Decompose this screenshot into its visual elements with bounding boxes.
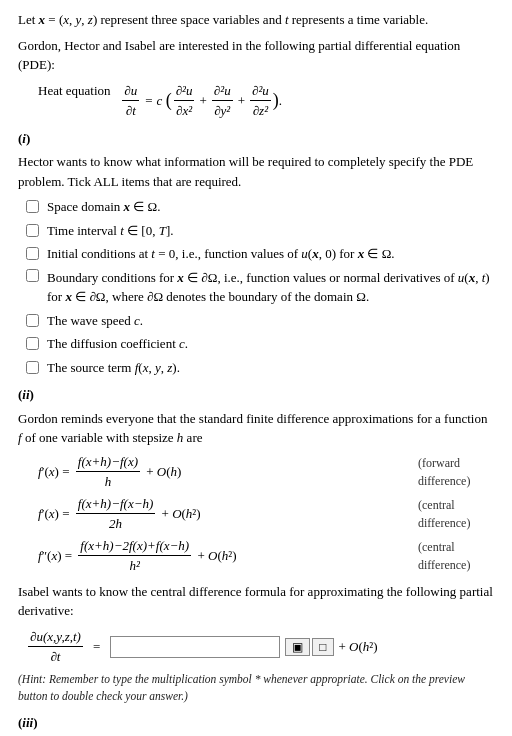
checkbox-1[interactable] bbox=[26, 200, 39, 213]
checkbox-6-label: The diffusion coefficient c. bbox=[47, 334, 188, 354]
pde-rhs-suffix: + O(h²) bbox=[339, 637, 378, 657]
checkbox-item-5: The wave speed c. bbox=[26, 311, 494, 331]
central-diff-label-2: (central difference) bbox=[418, 538, 494, 574]
checkbox-item-4: Boundary conditions for x ∈ ∂Ω, i.e., fu… bbox=[26, 268, 494, 307]
pde-equals: = bbox=[93, 637, 100, 657]
checkbox-3[interactable] bbox=[26, 247, 39, 260]
section-iii: (iii) Using double precision arithmetic … bbox=[18, 713, 494, 736]
intro-block: Let x = (x, y, z) represent three space … bbox=[18, 10, 494, 121]
section-iii-label: (iii) bbox=[18, 713, 494, 733]
checkbox-7-label: The source term f(x, y, z). bbox=[47, 358, 180, 378]
checkbox-5-label: The wave speed c. bbox=[47, 311, 143, 331]
checkbox-3-label: Initial conditions at t = 0, i.e., funct… bbox=[47, 244, 395, 264]
pde-answer-input[interactable] bbox=[110, 636, 280, 658]
section-i-label: (i) bbox=[18, 129, 494, 149]
central-diff2-row: f″(x) = f(x+h)−2f(x)+f(x−h) h² + O(h²) (… bbox=[38, 536, 494, 576]
section-ii-hint: (Hint: Remember to type the multiplicati… bbox=[18, 671, 494, 706]
central-diff-label-1: (central difference) bbox=[418, 496, 494, 532]
checkbox-4-label: Boundary conditions for x ∈ ∂Ω, i.e., fu… bbox=[47, 268, 494, 307]
preview-button-2[interactable]: □ bbox=[312, 638, 333, 656]
checkbox-2[interactable] bbox=[26, 224, 39, 237]
checkbox-4[interactable] bbox=[26, 269, 39, 282]
checkbox-item-7: The source term f(x, y, z). bbox=[26, 358, 494, 378]
checkbox-5[interactable] bbox=[26, 314, 39, 327]
pde-question: Isabel wants to know the central differe… bbox=[18, 582, 494, 621]
pde-answer-row: ∂u(x,y,z,t) ∂t = ▣ □ + O(h²) bbox=[28, 627, 494, 667]
checkbox-item-6: The diffusion coefficient c. bbox=[26, 334, 494, 354]
checkbox-item-1: Space domain x ∈ Ω. bbox=[26, 197, 494, 217]
section-i-desc: Hector wants to know what information wi… bbox=[18, 152, 494, 191]
forward-diff-label: (forward difference) bbox=[418, 454, 494, 490]
checkbox-2-label: Time interval t ∈ [0, T]. bbox=[47, 221, 173, 241]
section-ii-label: (ii) bbox=[18, 385, 494, 405]
diff-formulas: f′(x) = f(x+h)−f(x) h + O(h) (forward di… bbox=[38, 452, 494, 576]
checkbox-6[interactable] bbox=[26, 337, 39, 350]
central-diff-row: f′(x) = f(x+h)−f(x−h) 2h + O(h²) (centra… bbox=[38, 494, 494, 534]
checkbox-item-3: Initial conditions at t = 0, i.e., funct… bbox=[26, 244, 494, 264]
section-i: (i) Hector wants to know what informatio… bbox=[18, 129, 494, 378]
checkbox-1-label: Space domain x ∈ Ω. bbox=[47, 197, 160, 217]
intro-line2: Gordon, Hector and Isabel are interested… bbox=[18, 36, 494, 75]
section-ii-desc: Gordon reminds everyone that the standar… bbox=[18, 409, 494, 448]
checkbox-item-2: Time interval t ∈ [0, T]. bbox=[26, 221, 494, 241]
checkbox-7[interactable] bbox=[26, 361, 39, 374]
checkbox-list-i: Space domain x ∈ Ω. Time interval t ∈ [0… bbox=[26, 197, 494, 377]
preview-button-1[interactable]: ▣ bbox=[285, 638, 310, 656]
intro-line1: Let x = (x, y, z) represent three space … bbox=[18, 10, 494, 30]
forward-diff-row: f′(x) = f(x+h)−f(x) h + O(h) (forward di… bbox=[38, 452, 494, 492]
section-ii: (ii) Gordon reminds everyone that the st… bbox=[18, 385, 494, 705]
heat-equation: Heat equation ∂u ∂t = c ( ∂²u ∂x² + ∂²u … bbox=[38, 81, 494, 121]
